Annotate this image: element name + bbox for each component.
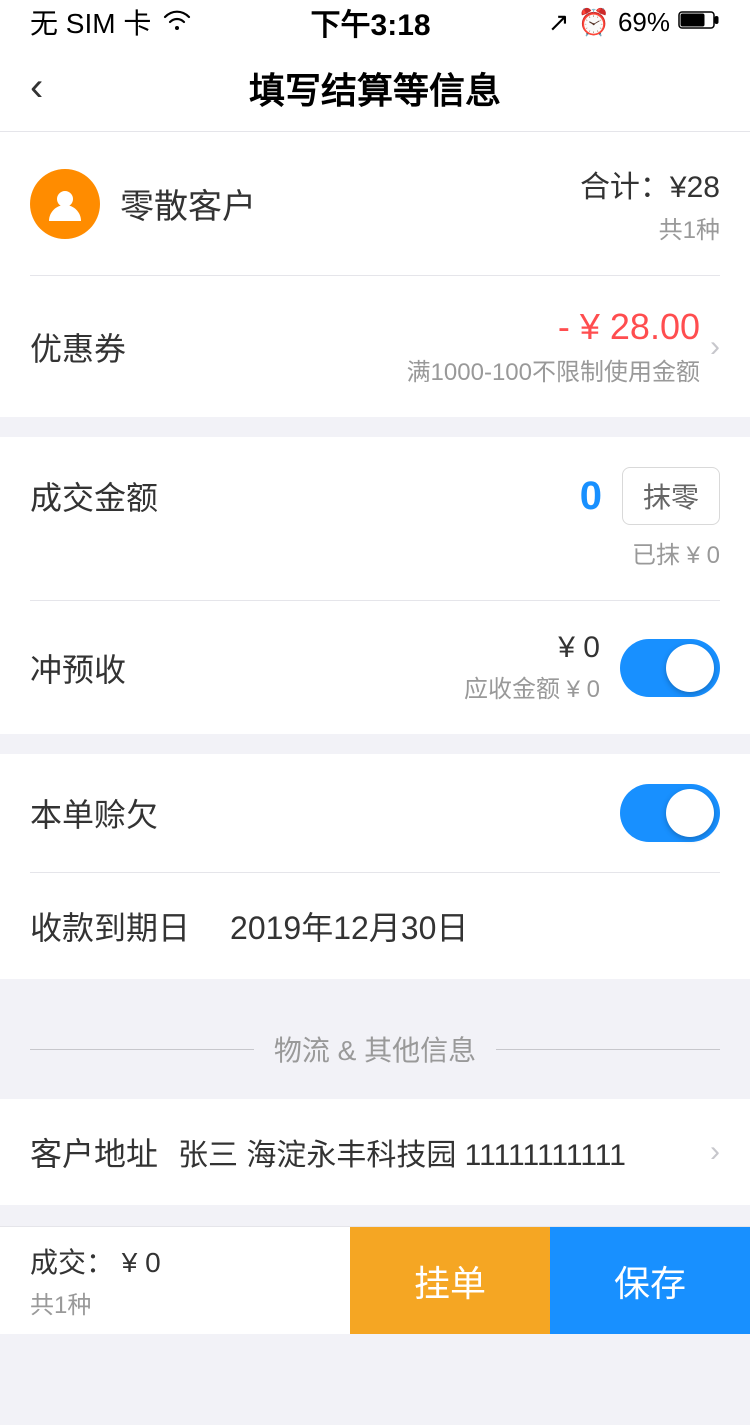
logistics-section: 物流 & 其他信息 <box>0 999 750 1099</box>
arrears-toggle[interactable] <box>620 784 720 842</box>
address-row: 客户地址 张三 海淀永丰科技园 11111111111 › <box>30 1129 720 1175</box>
location-icon: ↗ <box>548 7 570 38</box>
toggle-thumb <box>666 644 714 692</box>
avatar <box>30 169 100 239</box>
amount-value: 0 <box>580 474 602 519</box>
due-date-value: 2019年12月30日 <box>230 903 468 949</box>
status-right: ↗ ⏰ 69% <box>548 7 720 38</box>
page-title: 填写结算等信息 <box>249 62 501 114</box>
prepay-values: ¥ 0 应收金额 ¥ 0 <box>464 631 600 704</box>
due-date-section[interactable]: 收款到期日 2019年12月30日 <box>0 873 750 979</box>
customer-name: 零散客户 <box>120 179 256 228</box>
logistics-label: 物流 & 其他信息 <box>274 1029 476 1069</box>
time-text: 下午3:18 <box>311 0 431 44</box>
amount-row: 成交金额 0 抹零 <box>30 467 720 525</box>
customer-right: 合计：¥28 共1种 <box>580 162 720 245</box>
prepay-toggle[interactable] <box>620 639 720 697</box>
coupon-discount: - ¥ 28.00 <box>407 306 700 348</box>
status-left: 无 SIM 卡 <box>30 2 193 42</box>
total-amount: 合计：¥28 <box>580 162 720 206</box>
address-chevron-icon: › <box>710 1135 720 1169</box>
prepay-sub: 应收金额 ¥ 0 <box>464 669 600 704</box>
bottom-deal-amount: ¥ 0 <box>122 1247 161 1278</box>
arrears-label: 本单赊欠 <box>30 790 158 836</box>
bottom-deal-label: 成交： <box>30 1247 114 1278</box>
due-date-row: 收款到期日 2019年12月30日 <box>30 903 720 949</box>
save-button[interactable]: 保存 <box>550 1227 750 1334</box>
transaction-card: 成交金额 0 抹零 已抹 ¥ 0 冲预收 ¥ 0 应收金额 ¥ 0 <box>0 437 750 734</box>
bottom-count: 共1种 <box>30 1285 320 1320</box>
amount-label: 成交金额 <box>30 473 158 519</box>
amount-sub: 已抹 ¥ 0 <box>30 535 720 570</box>
arrears-toggle-thumb <box>666 789 714 837</box>
alarm-icon: ⏰ <box>578 7 610 38</box>
prepay-section: 冲预收 ¥ 0 应收金额 ¥ 0 <box>0 601 750 734</box>
nav-bar: ‹ 填写结算等信息 <box>0 44 750 132</box>
customer-card: 零散客户 合计：¥28 共1种 优惠券 - ¥ 28.00 满1000-100不… <box>0 132 750 417</box>
address-label: 客户地址 <box>30 1129 158 1175</box>
total-count: 共1种 <box>580 210 720 245</box>
back-button[interactable]: ‹ <box>30 55 63 120</box>
prepay-right: ¥ 0 应收金额 ¥ 0 <box>464 631 720 704</box>
coupon-chevron-icon: › <box>710 330 720 364</box>
prepay-row: 冲预收 ¥ 0 应收金额 ¥ 0 <box>30 631 720 704</box>
coupon-description: 满1000-100不限制使用金额 <box>407 352 700 387</box>
pending-button[interactable]: 挂单 <box>350 1227 550 1334</box>
amount-right: 0 抹零 <box>580 467 720 525</box>
customer-left: 零散客户 <box>30 169 256 239</box>
coupon-info: - ¥ 28.00 满1000-100不限制使用金额 <box>407 306 700 387</box>
carrier-text: 无 SIM 卡 <box>30 2 151 42</box>
bottom-bar: 成交： ¥ 0 共1种 挂单 保存 <box>0 1226 750 1334</box>
status-bar: 无 SIM 卡 下午3:18 ↗ ⏰ 69% <box>0 0 750 44</box>
customer-row: 零散客户 合计：¥28 共1种 <box>0 132 750 275</box>
coupon-row[interactable]: 优惠券 - ¥ 28.00 满1000-100不限制使用金额 › <box>0 276 750 417</box>
coupon-right: - ¥ 28.00 满1000-100不限制使用金额 › <box>407 306 720 387</box>
bottom-deal: 成交： ¥ 0 <box>30 1241 320 1281</box>
wifi-icon <box>161 6 193 38</box>
amount-section: 成交金额 0 抹零 已抹 ¥ 0 <box>0 437 750 600</box>
round-button[interactable]: 抹零 <box>622 467 720 525</box>
coupon-label: 优惠券 <box>30 324 126 370</box>
bottom-info: 成交： ¥ 0 共1种 <box>0 1227 350 1334</box>
address-value: 张三 海淀永丰科技园 11111111111 <box>178 1130 710 1174</box>
due-date-label: 收款到期日 <box>30 903 190 949</box>
logistics-line-right <box>496 1049 720 1050</box>
prepay-label: 冲预收 <box>30 645 126 691</box>
prepay-amount: ¥ 0 <box>464 631 600 665</box>
logistics-line-left <box>30 1049 254 1050</box>
battery-icon <box>678 7 720 38</box>
battery-text: 69% <box>618 7 670 38</box>
arrears-section: 本单赊欠 <box>0 754 750 872</box>
address-section: 客户地址 张三 海淀永丰科技园 11111111111 › <box>0 1099 750 1205</box>
arrears-card: 本单赊欠 收款到期日 2019年12月30日 <box>0 754 750 979</box>
address-card[interactable]: 客户地址 张三 海淀永丰科技园 11111111111 › <box>0 1099 750 1205</box>
